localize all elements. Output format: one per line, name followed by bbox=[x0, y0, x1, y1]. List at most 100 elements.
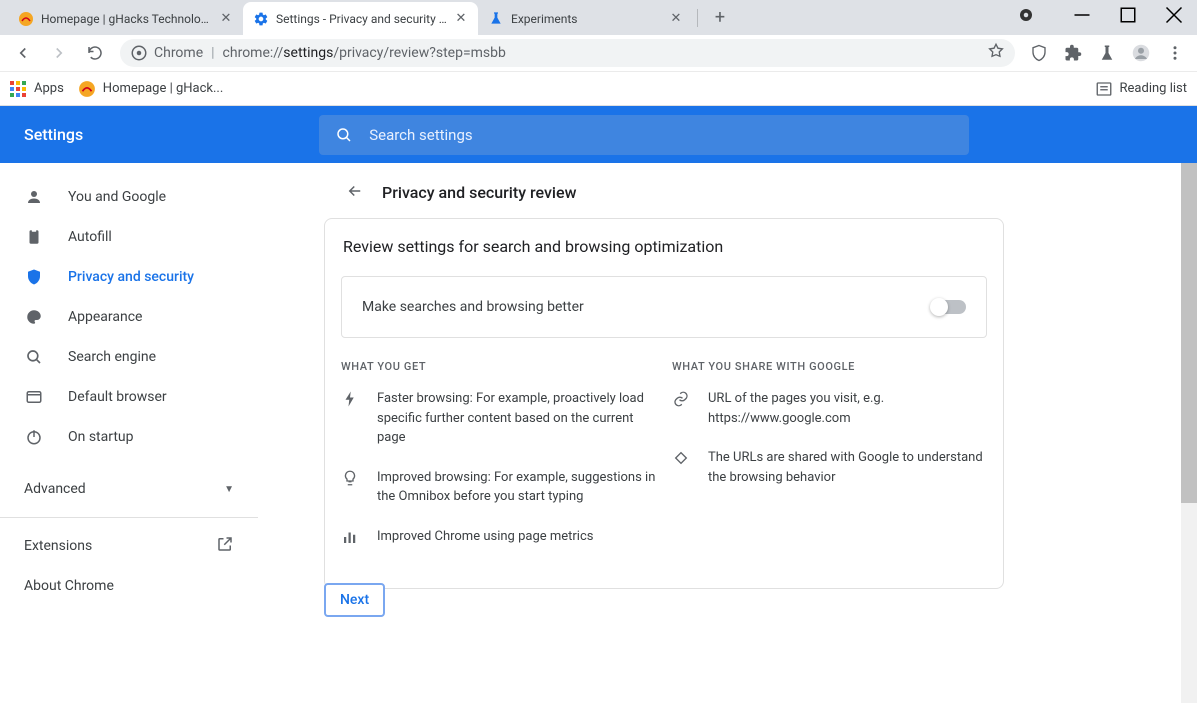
back-button[interactable] bbox=[6, 38, 40, 68]
chip-label: Chrome bbox=[154, 45, 203, 61]
col-head: WHAT YOU SHARE WITH GOOGLE bbox=[672, 360, 987, 373]
extensions-icon[interactable] bbox=[1057, 37, 1089, 69]
tab-ghacks[interactable]: Homepage | gHacks Technology ✕ bbox=[8, 2, 243, 35]
bookmark-label: Homepage | gHack... bbox=[103, 81, 224, 96]
bookmark-star-icon[interactable] bbox=[987, 42, 1005, 64]
bullet: Improved Chrome using page metrics bbox=[341, 527, 656, 550]
bookmark-bar: Apps Homepage | gHack... Reading list bbox=[0, 72, 1197, 106]
clipboard-icon bbox=[24, 228, 44, 246]
sidebar-label: You and Google bbox=[68, 189, 166, 205]
diamond-icon bbox=[672, 448, 692, 487]
bullet-text: Faster browsing: For example, proactivel… bbox=[377, 389, 656, 448]
tab-experiments[interactable]: Experiments ✕ bbox=[478, 2, 693, 35]
bullet: Improved browsing: For example, suggesti… bbox=[341, 468, 656, 507]
reading-list-button[interactable]: Reading list bbox=[1095, 80, 1187, 98]
person-icon bbox=[24, 188, 44, 206]
bulb-icon bbox=[341, 468, 361, 507]
url-text: chrome://settings/privacy/review?step=ms… bbox=[223, 45, 506, 61]
tab-title: Experiments bbox=[511, 12, 662, 26]
sidebar-label: Appearance bbox=[68, 309, 142, 325]
scrollbar-thumb[interactable] bbox=[1181, 163, 1197, 503]
apps-label: Apps bbox=[34, 81, 64, 96]
sidebar-item-privacy[interactable]: Privacy and security bbox=[0, 257, 258, 297]
address-bar[interactable]: Chrome | chrome://settings/privacy/revie… bbox=[120, 39, 1015, 67]
settings-body: You and Google Autofill Privacy and secu… bbox=[0, 163, 1197, 703]
incognito-avatar-icon[interactable] bbox=[1003, 0, 1049, 30]
columns: WHAT YOU GET Faster browsing: For exampl… bbox=[325, 338, 1003, 570]
sidebar-item-appearance[interactable]: Appearance bbox=[0, 297, 258, 337]
bullet: Faster browsing: For example, proactivel… bbox=[341, 389, 656, 448]
sidebar: You and Google Autofill Privacy and secu… bbox=[0, 163, 258, 703]
bullet-text: Improved browsing: For example, suggesti… bbox=[377, 468, 656, 507]
search-input[interactable] bbox=[369, 126, 953, 144]
sidebar-label: On startup bbox=[68, 429, 134, 445]
shield-icon bbox=[24, 268, 44, 286]
url-separator: | bbox=[211, 45, 214, 61]
flask-icon[interactable] bbox=[1091, 37, 1123, 69]
page-title: Privacy and security review bbox=[382, 183, 576, 202]
close-window-button[interactable] bbox=[1151, 0, 1197, 30]
col-what-you-get: WHAT YOU GET Faster browsing: For exampl… bbox=[341, 360, 656, 570]
bullet-text: Improved Chrome using page metrics bbox=[377, 527, 594, 550]
site-chip: Chrome bbox=[130, 44, 203, 62]
apps-button[interactable]: Apps bbox=[10, 81, 64, 97]
profile-icon[interactable] bbox=[1125, 37, 1157, 69]
sidebar-item-default-browser[interactable]: Default browser bbox=[0, 377, 258, 417]
back-arrow-button[interactable] bbox=[346, 182, 364, 204]
window-controls bbox=[1003, 0, 1197, 30]
open-in-new-icon bbox=[216, 535, 234, 557]
sidebar-label: Default browser bbox=[68, 389, 167, 405]
forward-button[interactable] bbox=[42, 38, 76, 68]
bookmark-ghacks[interactable]: Homepage | gHack... bbox=[78, 80, 224, 98]
window-tabstrip: Homepage | gHacks Technology ✕ Settings … bbox=[0, 0, 1197, 35]
card-title: Review settings for search and browsing … bbox=[325, 237, 1003, 276]
sidebar-extensions[interactable]: Extensions bbox=[0, 526, 258, 566]
close-icon[interactable]: ✕ bbox=[219, 12, 233, 26]
sidebar-about[interactable]: About Chrome bbox=[0, 566, 258, 606]
favicon-settings bbox=[253, 11, 269, 27]
close-icon[interactable]: ✕ bbox=[454, 12, 468, 26]
sidebar-item-on-startup[interactable]: On startup bbox=[0, 417, 258, 457]
page-header: Privacy and security review bbox=[258, 163, 1197, 218]
maximize-button[interactable] bbox=[1105, 0, 1151, 30]
about-label: About Chrome bbox=[24, 578, 114, 594]
favicon-flask bbox=[488, 11, 504, 27]
link-icon bbox=[672, 389, 692, 428]
divider bbox=[0, 517, 258, 518]
next-button[interactable]: Next bbox=[324, 583, 385, 617]
bullet-text: URL of the pages you visit, e.g. https:/… bbox=[708, 389, 987, 428]
main-content: Privacy and security review Review setti… bbox=[258, 163, 1197, 703]
toggle-switch[interactable] bbox=[932, 300, 966, 314]
sidebar-item-you-and-google[interactable]: You and Google bbox=[0, 177, 258, 217]
bullet: The URLs are shared with Google to under… bbox=[672, 448, 987, 487]
apps-icon bbox=[10, 81, 26, 97]
sidebar-label: Autofill bbox=[68, 229, 112, 245]
ublock-icon[interactable] bbox=[1023, 37, 1055, 69]
sidebar-item-search-engine[interactable]: Search engine bbox=[0, 337, 258, 377]
col-what-you-share: WHAT YOU SHARE WITH GOOGLE URL of the pa… bbox=[672, 360, 987, 570]
close-icon[interactable]: ✕ bbox=[669, 12, 683, 26]
advanced-label: Advanced bbox=[24, 481, 86, 497]
search-icon bbox=[335, 126, 353, 144]
menu-icon[interactable] bbox=[1159, 37, 1191, 69]
scrollbar[interactable] bbox=[1181, 163, 1197, 703]
tab-settings[interactable]: Settings - Privacy and security re ✕ bbox=[243, 2, 478, 35]
minimize-button[interactable] bbox=[1059, 0, 1105, 30]
browser-icon bbox=[24, 388, 44, 406]
bars-icon bbox=[341, 527, 361, 550]
bullet-text: The URLs are shared with Google to under… bbox=[708, 448, 987, 487]
sidebar-label: Search engine bbox=[68, 349, 156, 365]
reload-button[interactable] bbox=[78, 38, 112, 68]
settings-header: Settings bbox=[0, 106, 1197, 163]
tab-title: Settings - Privacy and security re bbox=[276, 12, 447, 26]
new-tab-button[interactable]: + bbox=[706, 4, 734, 32]
bolt-icon bbox=[341, 389, 361, 448]
settings-search[interactable] bbox=[319, 115, 969, 155]
sidebar-item-autofill[interactable]: Autofill bbox=[0, 217, 258, 257]
sidebar-advanced[interactable]: Advanced ▼ bbox=[0, 469, 258, 509]
power-icon bbox=[24, 428, 44, 446]
search-icon bbox=[24, 348, 44, 366]
reading-list-label: Reading list bbox=[1120, 81, 1187, 96]
tab-separator bbox=[697, 9, 698, 27]
toggle-label: Make searches and browsing better bbox=[362, 299, 584, 315]
